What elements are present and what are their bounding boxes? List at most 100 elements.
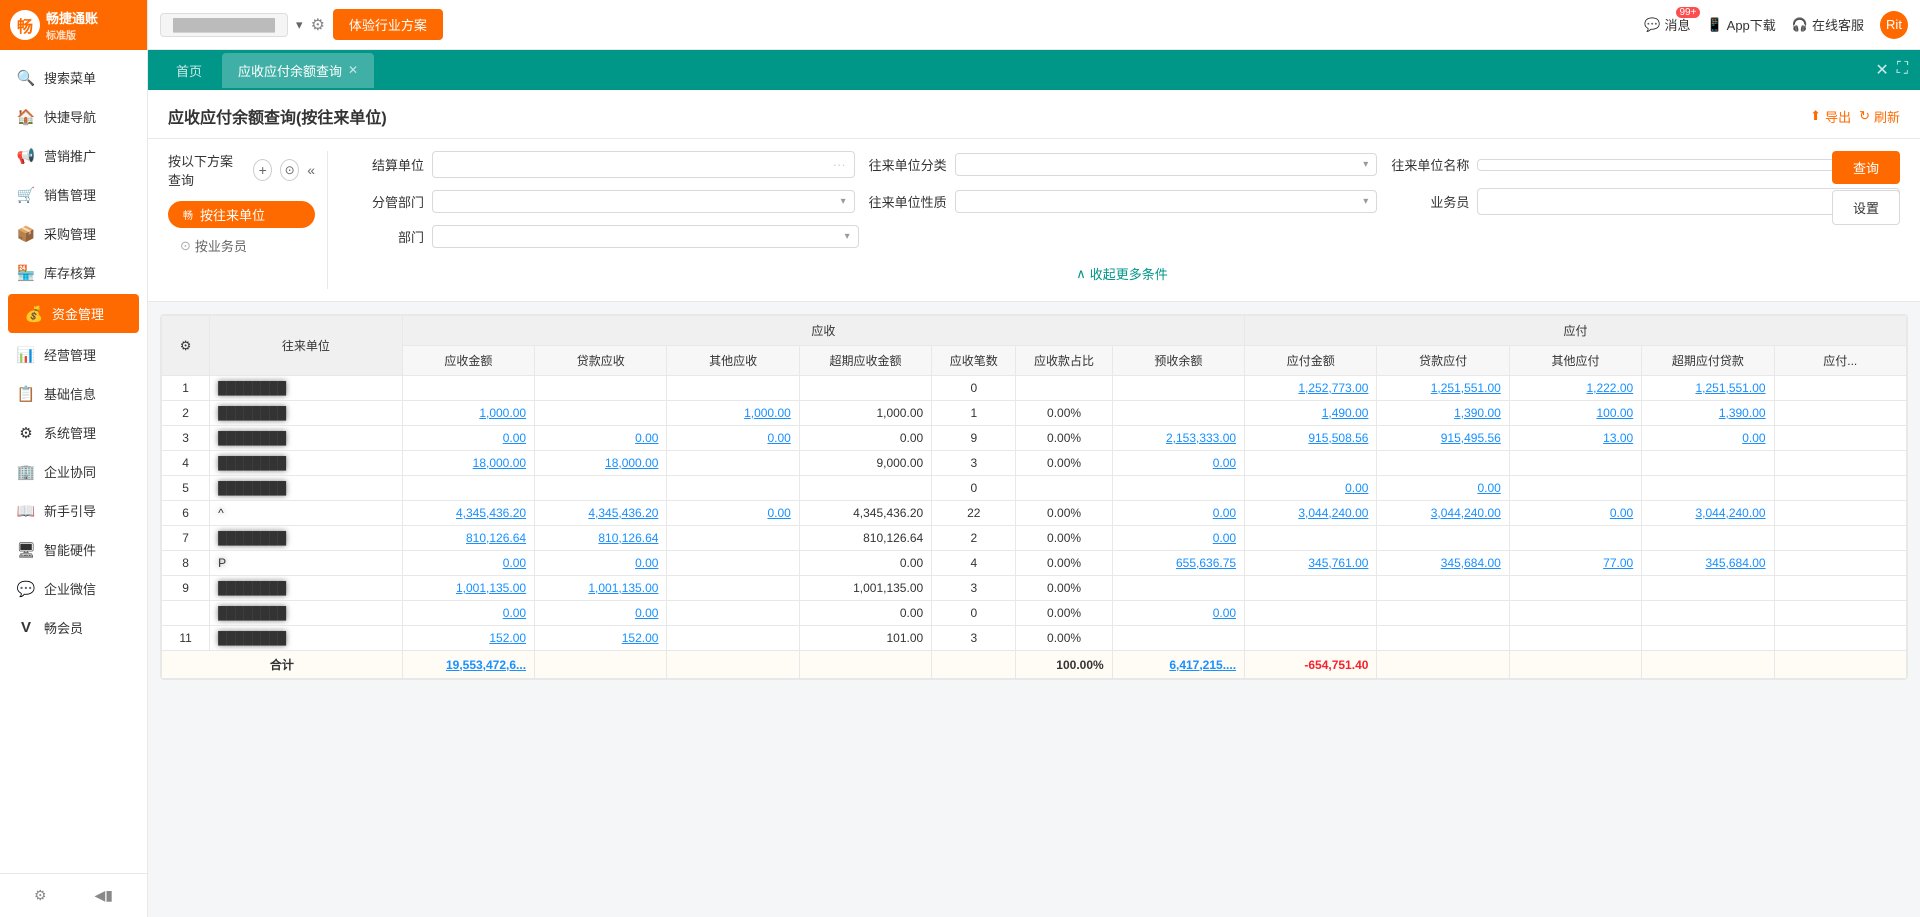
message-badge: 99+ <box>1676 7 1701 18</box>
filter-input-settlement[interactable]: ··· <box>432 151 855 178</box>
filter-option-unit[interactable]: 畅 按往来单位 <box>168 201 315 228</box>
topbar-app-download[interactable]: 📱 App下载 <box>1706 15 1775 34</box>
export-button[interactable]: ⬆ 导出 <box>1810 107 1851 126</box>
sidebar-item-guide[interactable]: 📖 新手引导 <box>0 491 147 530</box>
row-ar-other[interactable]: 0.00 <box>667 426 799 451</box>
filter-more-button[interactable]: ∧ 收起更多条件 <box>344 258 1900 289</box>
row-ar-amount[interactable]: 810,126.64 <box>402 526 534 551</box>
row-ar-other[interactable]: 1,000.00 <box>667 401 799 426</box>
row-ar-loan[interactable]: 4,345,436.20 <box>535 501 667 526</box>
total-ar-amount[interactable]: 19,553,472,6... <box>402 651 534 679</box>
row-ap-amount[interactable]: 1,252,773.00 <box>1245 376 1377 401</box>
settings-button[interactable]: 设置 <box>1832 190 1900 225</box>
row-ap-amount[interactable]: 3,044,240.00 <box>1245 501 1377 526</box>
filter-option-salesperson[interactable]: ⊙ 按业务员 <box>168 232 315 259</box>
sidebar-item-inventory[interactable]: 🏪 库存核算 <box>0 253 147 292</box>
row-ap-overdue[interactable]: 345,684.00 <box>1642 551 1774 576</box>
tabbar-close-icon[interactable]: ✕ <box>1875 60 1888 80</box>
row-ap-more <box>1774 401 1906 426</box>
row-ap-other[interactable]: 77.00 <box>1509 551 1641 576</box>
filter-input-nature[interactable]: ▾ <box>955 190 1378 213</box>
sidebar-item-search[interactable]: 🔍 搜索菜单 <box>0 58 147 97</box>
row-ap-other[interactable]: 13.00 <box>1509 426 1641 451</box>
sidebar-footer-collapse[interactable]: ◀‍▮ <box>95 887 113 904</box>
row-ar-amount[interactable]: 4,345,436.20 <box>402 501 534 526</box>
row-ap-overdue[interactable]: 1,251,551.00 <box>1642 376 1774 401</box>
sidebar-item-finance[interactable]: 💰 资金管理 <box>8 294 139 333</box>
row-ap-loan[interactable]: 1,251,551.00 <box>1377 376 1509 401</box>
row-ar-amount[interactable]: 0.00 <box>402 601 534 626</box>
row-ar-amount[interactable]: 0.00 <box>402 551 534 576</box>
row-ap-amount[interactable]: 915,508.56 <box>1245 426 1377 451</box>
row-ap-loan[interactable]: 1,390.00 <box>1377 401 1509 426</box>
row-ap-loan[interactable]: 0.00 <box>1377 476 1509 501</box>
row-ar-amount[interactable]: 1,000.00 <box>402 401 534 426</box>
row-ap-other[interactable]: 0.00 <box>1509 501 1641 526</box>
tabbar-maximize-icon[interactable]: ⛶ <box>1897 60 1908 80</box>
sidebar-item-purchase[interactable]: 📦 采购管理 <box>0 214 147 253</box>
row-ap-amount[interactable]: 345,761.00 <box>1245 551 1377 576</box>
tab-ar-query[interactable]: 应收应付余额查询 ✕ <box>222 53 374 88</box>
row-ar-prepay[interactable]: 655,636.75 <box>1112 551 1244 576</box>
sidebar-item-member[interactable]: V 畅会员 <box>0 608 147 647</box>
topbar-dropdown-icon[interactable]: ▾ <box>296 17 303 33</box>
filter-input-dept[interactable]: ▾ <box>432 190 855 213</box>
filter-mode-button[interactable]: ⊙ <box>280 159 299 181</box>
topbar-message[interactable]: 💬 消息 99+ <box>1644 15 1690 34</box>
sidebar-item-operation[interactable]: 📊 经营管理 <box>0 335 147 374</box>
tab-close-icon[interactable]: ✕ <box>348 63 358 77</box>
topbar-settings-icon[interactable]: ⚙ <box>311 15 325 35</box>
sidebar-item-marketing[interactable]: 📢 营销推广 <box>0 136 147 175</box>
row-ap-loan[interactable]: 3,044,240.00 <box>1377 501 1509 526</box>
trial-button[interactable]: 体验行业方案 <box>333 9 443 40</box>
row-ap-amount[interactable]: 0.00 <box>1245 476 1377 501</box>
sidebar-item-wechat[interactable]: 💬 企业微信 <box>0 569 147 608</box>
total-ar-prepay[interactable]: 6,417,215.... <box>1112 651 1244 679</box>
table-settings-header[interactable]: ⚙ <box>162 316 210 376</box>
filter-input-category[interactable]: ▾ <box>955 153 1378 176</box>
row-ap-overdue[interactable]: 3,044,240.00 <box>1642 501 1774 526</box>
topbar-service[interactable]: 🎧 在线客服 <box>1792 15 1864 34</box>
row-ap-overdue[interactable]: 1,390.00 <box>1642 401 1774 426</box>
row-ap-loan[interactable]: 345,684.00 <box>1377 551 1509 576</box>
filter-dropdown-icon: ▾ <box>1363 159 1368 170</box>
row-ar-amount[interactable]: 18,000.00 <box>402 451 534 476</box>
sidebar-item-hardware[interactable]: 🖥 智能硬件 <box>0 530 147 569</box>
sidebar-item-system[interactable]: ⚙ 系统管理 <box>0 413 147 452</box>
row-ap-amount[interactable]: 1,490.00 <box>1245 401 1377 426</box>
row-ar-other[interactable]: 0.00 <box>667 501 799 526</box>
refresh-button[interactable]: ↻ 刷新 <box>1859 107 1900 126</box>
row-ar-prepay[interactable]: 0.00 <box>1112 451 1244 476</box>
sidebar-footer-settings[interactable]: ⚙ <box>34 887 47 904</box>
sidebar-item-enterprise[interactable]: 🏢 企业协同 <box>0 452 147 491</box>
app-icon: 📱 <box>1706 17 1722 33</box>
row-ar-amount[interactable]: 1,001,135.00 <box>402 576 534 601</box>
row-ar-prepay[interactable]: 0.00 <box>1112 501 1244 526</box>
row-ar-prepay[interactable]: 0.00 <box>1112 526 1244 551</box>
filter-input-subdept[interactable]: ▾ <box>432 225 859 248</box>
row-ar-amount[interactable]: 152.00 <box>402 626 534 651</box>
row-ar-loan[interactable]: 152.00 <box>535 626 667 651</box>
row-ar-loan[interactable]: 1,001,135.00 <box>535 576 667 601</box>
filter-collapse-icon[interactable]: « <box>307 162 315 178</box>
row-ar-prepay[interactable]: 0.00 <box>1112 601 1244 626</box>
row-ar-loan[interactable]: 810,126.64 <box>535 526 667 551</box>
filter-add-button[interactable]: + <box>253 159 272 181</box>
row-ap-other[interactable]: 100.00 <box>1509 401 1641 426</box>
row-ap-other[interactable]: 1,222.00 <box>1509 376 1641 401</box>
tab-home[interactable]: 首页 <box>160 53 218 88</box>
row-ar-loan[interactable]: 0.00 <box>535 601 667 626</box>
row-ar-loan[interactable]: 18,000.00 <box>535 451 667 476</box>
query-button[interactable]: 查询 <box>1832 151 1900 184</box>
row-ap-loan[interactable]: 915,495.56 <box>1377 426 1509 451</box>
sidebar-item-quick[interactable]: 🏠 快捷导航 <box>0 97 147 136</box>
row-ap-other <box>1509 576 1641 601</box>
sidebar-item-sales[interactable]: 🛒 销售管理 <box>0 175 147 214</box>
sidebar-item-basic[interactable]: 📋 基础信息 <box>0 374 147 413</box>
row-ar-amount[interactable]: 0.00 <box>402 426 534 451</box>
row-ar-loan[interactable]: 0.00 <box>535 551 667 576</box>
row-ap-overdue[interactable]: 0.00 <box>1642 426 1774 451</box>
topbar-user-avatar[interactable]: Rit <box>1880 11 1908 39</box>
row-ar-loan[interactable]: 0.00 <box>535 426 667 451</box>
row-ar-prepay[interactable]: 2,153,333.00 <box>1112 426 1244 451</box>
